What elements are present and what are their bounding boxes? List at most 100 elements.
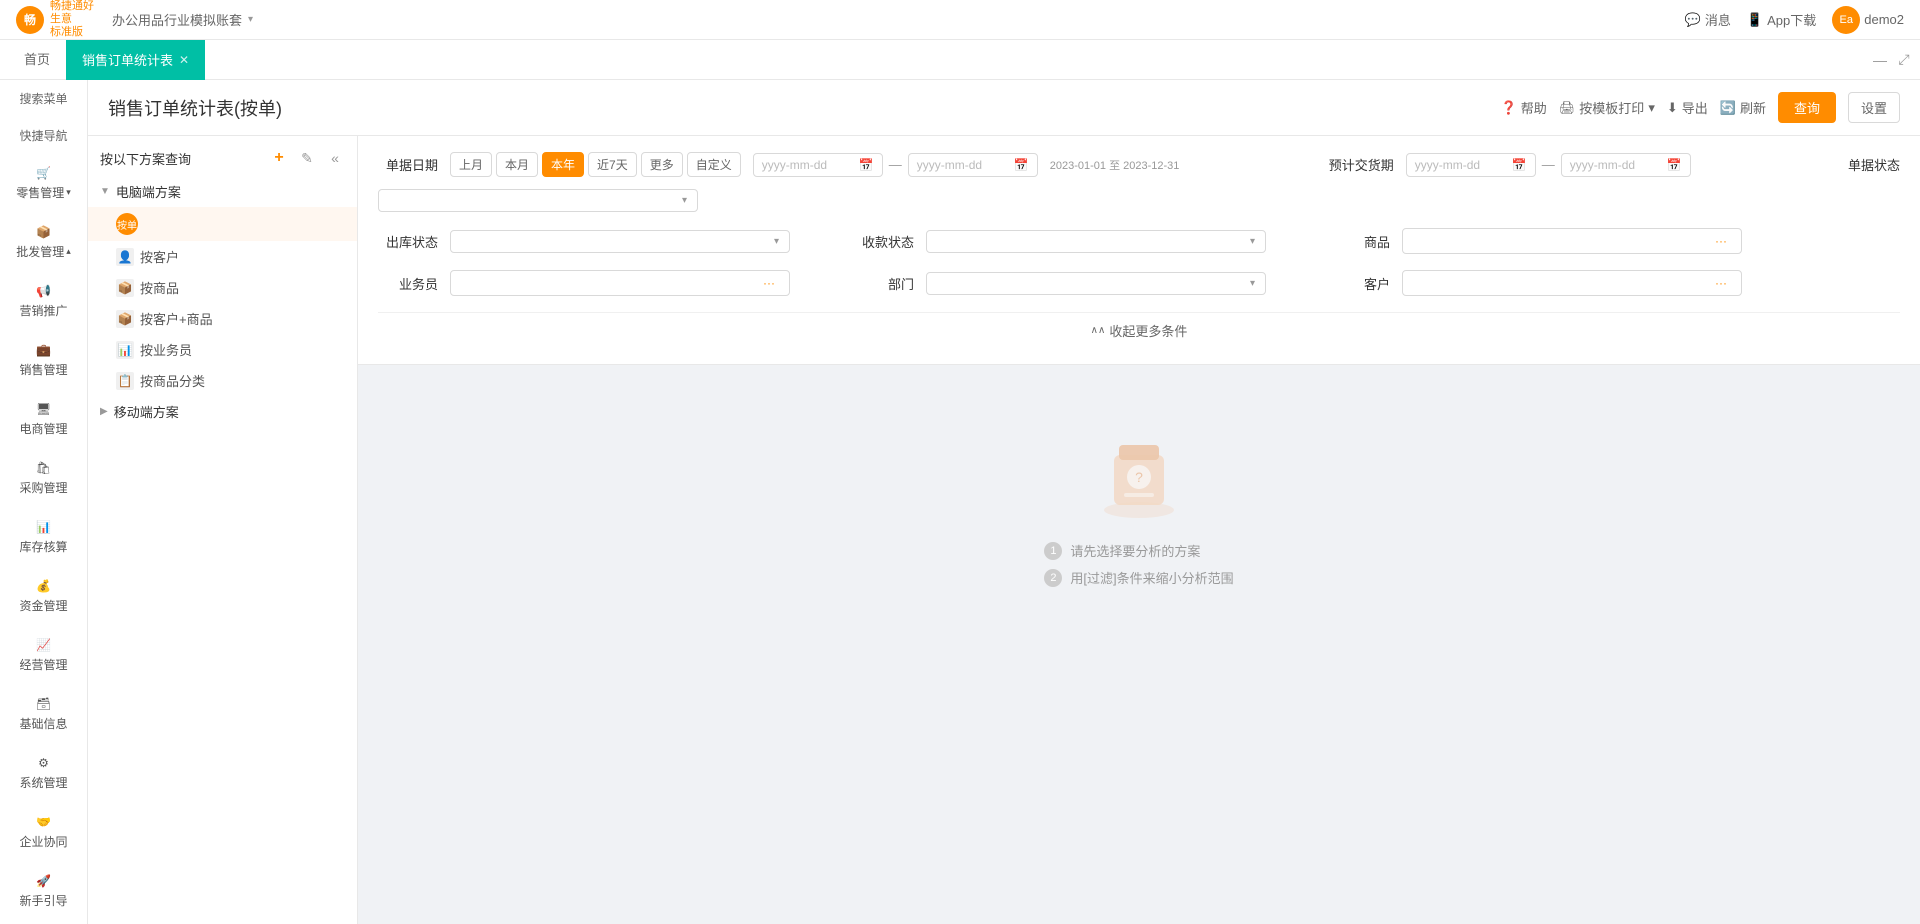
maximize-btn[interactable]: ⤢ bbox=[1896, 52, 1912, 68]
date-btn-custom[interactable]: 自定义 bbox=[687, 152, 741, 177]
delivery-status-select[interactable]: ▾ bbox=[450, 230, 790, 253]
content-area: 销售订单统计表(按单) ❓ 帮助 🖨 按模板打印 ▾ ⬇ 导出 🔄 刷新 bbox=[88, 80, 1920, 924]
tree-parent-pc[interactable]: ▼ 电脑端方案 bbox=[88, 176, 357, 207]
customer-product-icon: 📦 bbox=[116, 310, 134, 328]
delivery-dropdown-icon: ▾ bbox=[774, 236, 779, 247]
tab-close-btn[interactable]: ✕ bbox=[179, 53, 189, 67]
sidebar-item-finance[interactable]: 💰 资金管理 bbox=[0, 567, 87, 626]
page-title: 销售订单统计表(按单) bbox=[108, 95, 282, 133]
salesperson-input[interactable]: ··· bbox=[450, 270, 790, 296]
salesperson-more-btn[interactable]: ··· bbox=[759, 276, 779, 290]
tree-item-by-product[interactable]: 📦 按商品 bbox=[88, 272, 357, 303]
body-area: 按以下方案查询 + ✎ « ▼ 电脑端方案 按单 bbox=[88, 136, 1920, 924]
expected-start-input[interactable]: yyyy-mm-dd 📅 bbox=[1406, 153, 1536, 177]
logo-area: 畅 畅捷通好生意 标准版 bbox=[16, 0, 104, 39]
active-dot-icon: 按单 bbox=[116, 213, 138, 235]
print-btn[interactable]: 🖨 按模板打印 ▾ bbox=[1559, 98, 1655, 117]
sidebar-item-sales[interactable]: 💼 销售管理 bbox=[0, 331, 87, 390]
date-btn-this-year[interactable]: 本年 bbox=[542, 152, 584, 177]
sidebar-item-collaboration[interactable]: 🤝 企业协同 bbox=[0, 803, 87, 862]
retail-icon: 🛒 bbox=[36, 166, 51, 180]
export-btn[interactable]: ⬇ 导出 bbox=[1667, 98, 1708, 117]
message-btn[interactable]: 💬 消息 bbox=[1685, 10, 1731, 29]
date-btn-more[interactable]: 更多 bbox=[641, 152, 683, 177]
guide-icon: 🚀 bbox=[36, 874, 51, 888]
sidebar-item-ecommerce[interactable]: 🖥 电商管理 bbox=[0, 390, 87, 449]
sidebar-item-marketing[interactable]: 📢 营销推广 bbox=[0, 272, 87, 331]
date-dash: — bbox=[889, 157, 902, 172]
sidebar-item-purchase[interactable]: 🛍 采购管理 bbox=[0, 449, 87, 508]
panel-collapse-btn[interactable]: « bbox=[325, 148, 345, 168]
tree-item-by-product-category[interactable]: 📋 按商品分类 bbox=[88, 365, 357, 396]
sidebar-search-menu[interactable]: 搜索菜单 bbox=[0, 80, 87, 117]
app-title-area[interactable]: 办公用品行业模拟账套 ▾ bbox=[104, 10, 1685, 29]
help-btn[interactable]: ❓ 帮助 bbox=[1501, 98, 1547, 117]
tip-num-1: 1 bbox=[1044, 542, 1062, 560]
product-more-btn[interactable]: ··· bbox=[1711, 234, 1731, 248]
tree-section: ▼ 电脑端方案 按单 👤 按客户 📦 按商品 bbox=[88, 176, 357, 427]
product-category-icon: 📋 bbox=[116, 372, 134, 390]
collapse-btn[interactable]: ∧∧ 收起更多条件 bbox=[378, 312, 1900, 348]
tab-home[interactable]: 首页 bbox=[8, 40, 66, 80]
tree-item-by-order[interactable]: 按单 bbox=[88, 207, 357, 241]
customer-input[interactable]: ··· bbox=[1402, 270, 1742, 296]
panel-edit-btn[interactable]: ✎ bbox=[297, 148, 317, 168]
sidebar-item-wholesale[interactable]: 📦 批发管理 ▴ bbox=[0, 213, 87, 272]
date-btn-last-7[interactable]: 近7天 bbox=[588, 152, 637, 177]
sidebar-item-guide[interactable]: 🚀 新手引导 bbox=[0, 862, 87, 921]
main-layout: 搜索菜单 快捷导航 🛒 零售管理 ▾ 📦 批发管理 ▴ 📢 营销推广 💼 销售管… bbox=[0, 80, 1920, 924]
wholesale-arrow: ▴ bbox=[66, 246, 71, 257]
minimize-btn[interactable]: — bbox=[1872, 52, 1888, 68]
date-end-input[interactable]: yyyy-mm-dd 📅 bbox=[908, 153, 1038, 177]
sidebar-quick-nav[interactable]: 快捷导航 bbox=[0, 117, 87, 154]
help-icon: ❓ bbox=[1501, 100, 1517, 116]
marketing-icon: 📢 bbox=[36, 284, 51, 298]
app-title: 办公用品行业模拟账套 bbox=[112, 10, 242, 29]
calendar-icon-exp-start: 📅 bbox=[1512, 158, 1527, 172]
tab-window-controls: — ⤢ bbox=[1872, 52, 1912, 68]
empty-tips: 1 请先选择要分析的方案 2 用[过滤]条件来缩小分析范围 bbox=[1044, 541, 1233, 587]
finance-icon: 💰 bbox=[36, 579, 51, 593]
product-icon: 📦 bbox=[116, 279, 134, 297]
empty-state: ? 1 请先选择要分析的方案 2 用[过滤]条件来缩小分析范围 bbox=[358, 365, 1920, 647]
calendar-icon-end: 📅 bbox=[1014, 158, 1029, 172]
department-select[interactable]: ▾ bbox=[926, 272, 1266, 295]
tree-parent-mobile[interactable]: ▶ 移动端方案 bbox=[88, 396, 357, 427]
salesperson-icon: 📊 bbox=[116, 341, 134, 359]
tree-label-mobile: 移动端方案 bbox=[114, 402, 179, 421]
user-avatar-area[interactable]: Ea demo2 bbox=[1832, 6, 1904, 34]
app-download-btn[interactable]: 📱 App下载 bbox=[1747, 10, 1816, 29]
sidebar-item-retail[interactable]: 🛒 零售管理 ▾ bbox=[0, 154, 87, 213]
panel-add-btn[interactable]: + bbox=[269, 148, 289, 168]
filter-area: 单据日期 上月 本月 本年 近7天 更多 自定义 bbox=[358, 136, 1920, 364]
tree-item-by-salesperson[interactable]: 📊 按业务员 bbox=[88, 334, 357, 365]
order-status-select[interactable]: ▾ bbox=[378, 189, 698, 212]
tree-expand-arrow-pc: ▼ bbox=[100, 186, 110, 197]
query-btn[interactable]: 查询 bbox=[1778, 92, 1836, 123]
sidebar-item-inventory[interactable]: 📊 库存核算 bbox=[0, 508, 87, 567]
empty-illustration: ? bbox=[1089, 425, 1189, 525]
sidebar-item-basic-info[interactable]: 🗃 基础信息 bbox=[0, 685, 87, 744]
tree-item-by-customer[interactable]: 👤 按客户 bbox=[88, 241, 357, 272]
sales-icon: 💼 bbox=[36, 343, 51, 357]
date-btn-this-month[interactable]: 本月 bbox=[496, 152, 538, 177]
tab-bar: 首页 销售订单统计表 ✕ — ⤢ bbox=[0, 40, 1920, 80]
export-icon: ⬇ bbox=[1667, 100, 1678, 116]
panel-title: 按以下方案查询 bbox=[100, 149, 261, 168]
department-label: 部门 bbox=[854, 274, 914, 293]
operations-icon: 📈 bbox=[36, 638, 51, 652]
date-btn-last-month[interactable]: 上月 bbox=[450, 152, 492, 177]
refresh-btn[interactable]: 🔄 刷新 bbox=[1720, 98, 1766, 117]
basic-info-icon: 🗃 bbox=[36, 697, 51, 711]
filter-wrapper: 单据日期 上月 本月 本年 近7天 更多 自定义 bbox=[358, 136, 1920, 365]
expected-end-input[interactable]: yyyy-mm-dd 📅 bbox=[1561, 153, 1691, 177]
payment-status-select[interactable]: ▾ bbox=[926, 230, 1266, 253]
settings-btn[interactable]: 设置 bbox=[1848, 92, 1900, 123]
sidebar-item-system[interactable]: ⚙ 系统管理 bbox=[0, 744, 87, 803]
customer-more-btn[interactable]: ··· bbox=[1711, 276, 1731, 290]
product-input[interactable]: ··· bbox=[1402, 228, 1742, 254]
date-start-input[interactable]: yyyy-mm-dd 📅 bbox=[753, 153, 883, 177]
sidebar-item-operations[interactable]: 📈 经营管理 bbox=[0, 626, 87, 685]
tab-sales-order-stats[interactable]: 销售订单统计表 ✕ bbox=[66, 40, 205, 80]
tree-item-by-customer-product[interactable]: 📦 按客户+商品 bbox=[88, 303, 357, 334]
